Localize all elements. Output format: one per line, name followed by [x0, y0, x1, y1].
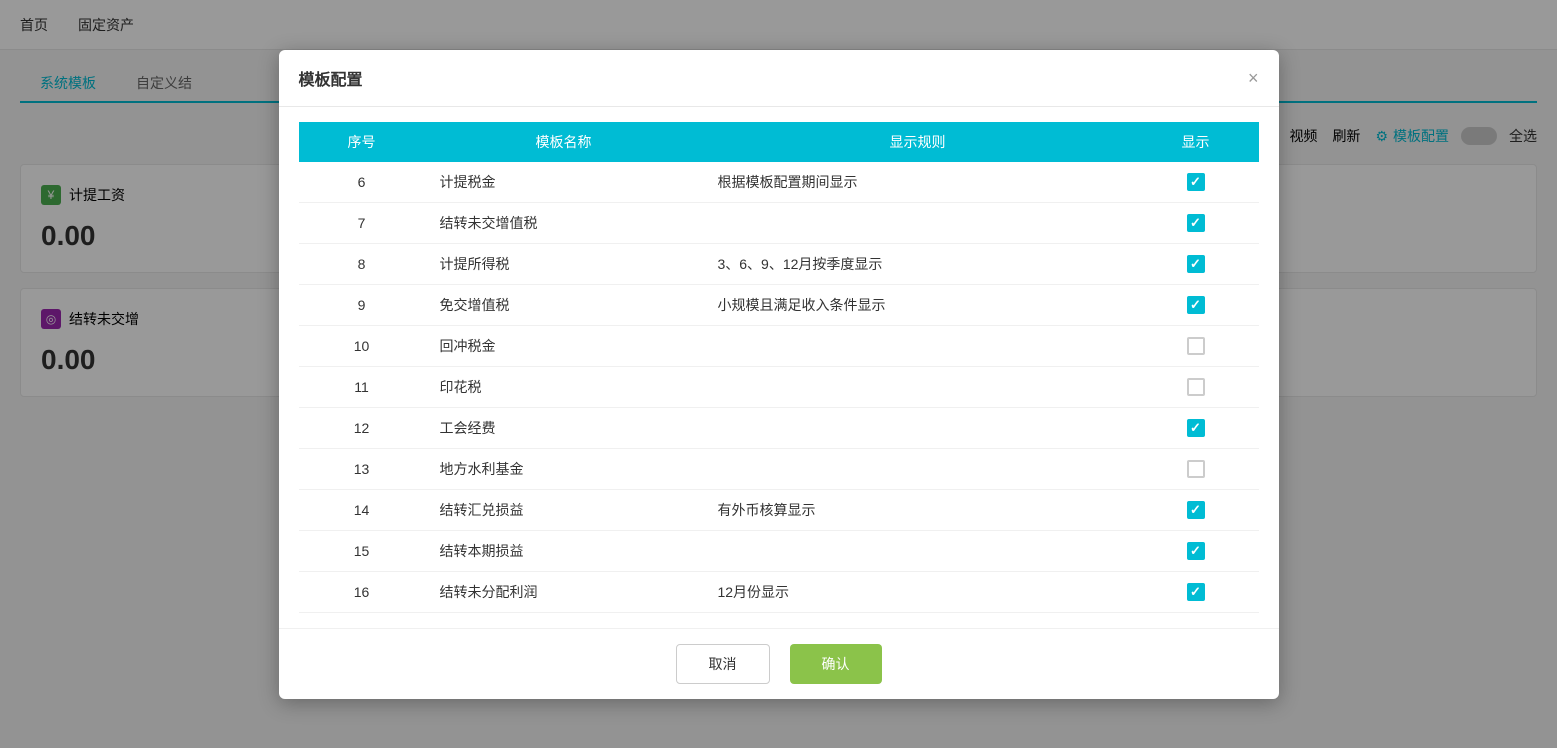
table-row: 12工会经费: [299, 407, 1259, 448]
checkbox-15[interactable]: [1187, 542, 1205, 560]
cell-checkbox: [1133, 243, 1259, 284]
checkbox-container: [1148, 214, 1244, 232]
cell-rule: [702, 366, 1132, 407]
cell-name: 计提税金: [424, 162, 702, 203]
cell-name: 计提所得税: [424, 243, 702, 284]
table-header: 序号 模板名称 显示规则 显示: [299, 122, 1259, 162]
table-row: 11印花税: [299, 366, 1259, 407]
modal-close-button[interactable]: ×: [1248, 69, 1259, 87]
checkbox-12[interactable]: [1187, 419, 1205, 437]
col-seq: 序号: [299, 122, 425, 162]
col-name: 模板名称: [424, 122, 702, 162]
checkbox-16[interactable]: [1187, 583, 1205, 601]
checkbox-container: [1148, 501, 1244, 519]
table-row: 16结转未分配利润12月份显示: [299, 571, 1259, 612]
cell-rule: [702, 448, 1132, 489]
cell-rule: [702, 530, 1132, 571]
cell-name: 结转未分配利润: [424, 571, 702, 612]
modal-body: 序号 模板名称 显示规则 显示 6计提税金根据模板配置期间显示7结转未交增值税8…: [279, 107, 1279, 628]
table-row: 8计提所得税3、6、9、12月按季度显示: [299, 243, 1259, 284]
checkbox-9[interactable]: [1187, 296, 1205, 314]
cell-name: 印花税: [424, 366, 702, 407]
checkbox-container: [1148, 419, 1244, 437]
table-row: 14结转汇兑损益有外币核算显示: [299, 489, 1259, 530]
checkbox-8[interactable]: [1187, 255, 1205, 273]
cell-name: 结转未交增值税: [424, 202, 702, 243]
cell-name: 工会经费: [424, 407, 702, 448]
col-show: 显示: [1133, 122, 1259, 162]
cell-seq: 7: [299, 202, 425, 243]
cell-name: 免交增值税: [424, 284, 702, 325]
cell-name: 结转本期损益: [424, 530, 702, 571]
checkbox-13[interactable]: [1187, 460, 1205, 478]
modal-footer: 取消 确认: [279, 628, 1279, 699]
checkbox-container: [1148, 173, 1244, 191]
cell-rule: 小规模且满足收入条件显示: [702, 284, 1132, 325]
cell-checkbox: [1133, 325, 1259, 366]
checkbox-14[interactable]: [1187, 501, 1205, 519]
checkbox-10[interactable]: [1187, 337, 1205, 355]
cell-rule: [702, 407, 1132, 448]
cell-seq: 8: [299, 243, 425, 284]
modal-title: 模板配置: [299, 66, 363, 90]
cell-seq: 10: [299, 325, 425, 366]
checkbox-container: [1148, 583, 1244, 601]
modal-overlay: 模板配置 × 序号 模板名称 显示规则 显示 6计提税金根据模板配置期间显示7结…: [0, 0, 1557, 748]
cell-name: 回冲税金: [424, 325, 702, 366]
cell-rule: 根据模板配置期间显示: [702, 162, 1132, 203]
cell-checkbox: [1133, 489, 1259, 530]
confirm-button[interactable]: 确认: [790, 644, 882, 684]
table-row: 13地方水利基金: [299, 448, 1259, 489]
checkbox-container: [1148, 255, 1244, 273]
checkbox-6[interactable]: [1187, 173, 1205, 191]
checkbox-container: [1148, 378, 1244, 396]
cell-seq: 13: [299, 448, 425, 489]
cell-rule: 3、6、9、12月按季度显示: [702, 243, 1132, 284]
checkbox-container: [1148, 542, 1244, 560]
checkbox-container: [1148, 337, 1244, 355]
cell-checkbox: [1133, 366, 1259, 407]
cell-seq: 15: [299, 530, 425, 571]
cell-checkbox: [1133, 407, 1259, 448]
cell-rule: [702, 325, 1132, 366]
table-row: 15结转本期损益: [299, 530, 1259, 571]
cell-checkbox: [1133, 530, 1259, 571]
cell-checkbox: [1133, 284, 1259, 325]
cell-rule: [702, 202, 1132, 243]
cell-checkbox: [1133, 202, 1259, 243]
table-row: 6计提税金根据模板配置期间显示: [299, 162, 1259, 203]
cell-checkbox: [1133, 162, 1259, 203]
cell-seq: 16: [299, 571, 425, 612]
checkbox-11[interactable]: [1187, 378, 1205, 396]
checkbox-container: [1148, 460, 1244, 478]
table-body: 6计提税金根据模板配置期间显示7结转未交增值税8计提所得税3、6、9、12月按季…: [299, 162, 1259, 613]
cell-checkbox: [1133, 448, 1259, 489]
checkbox-7[interactable]: [1187, 214, 1205, 232]
cell-rule: 有外币核算显示: [702, 489, 1132, 530]
cell-seq: 9: [299, 284, 425, 325]
modal-header: 模板配置 ×: [279, 50, 1279, 107]
table-row: 10回冲税金: [299, 325, 1259, 366]
template-config-modal: 模板配置 × 序号 模板名称 显示规则 显示 6计提税金根据模板配置期间显示7结…: [279, 50, 1279, 699]
cell-seq: 11: [299, 366, 425, 407]
cell-seq: 6: [299, 162, 425, 203]
cancel-button[interactable]: 取消: [676, 644, 770, 684]
cell-checkbox: [1133, 571, 1259, 612]
checkbox-container: [1148, 296, 1244, 314]
cell-seq: 12: [299, 407, 425, 448]
col-rule: 显示规则: [702, 122, 1132, 162]
cell-name: 结转汇兑损益: [424, 489, 702, 530]
config-table: 序号 模板名称 显示规则 显示 6计提税金根据模板配置期间显示7结转未交增值税8…: [299, 122, 1259, 613]
cell-rule: 12月份显示: [702, 571, 1132, 612]
cell-name: 地方水利基金: [424, 448, 702, 489]
cell-seq: 14: [299, 489, 425, 530]
table-row: 9免交增值税小规模且满足收入条件显示: [299, 284, 1259, 325]
table-row: 7结转未交增值税: [299, 202, 1259, 243]
